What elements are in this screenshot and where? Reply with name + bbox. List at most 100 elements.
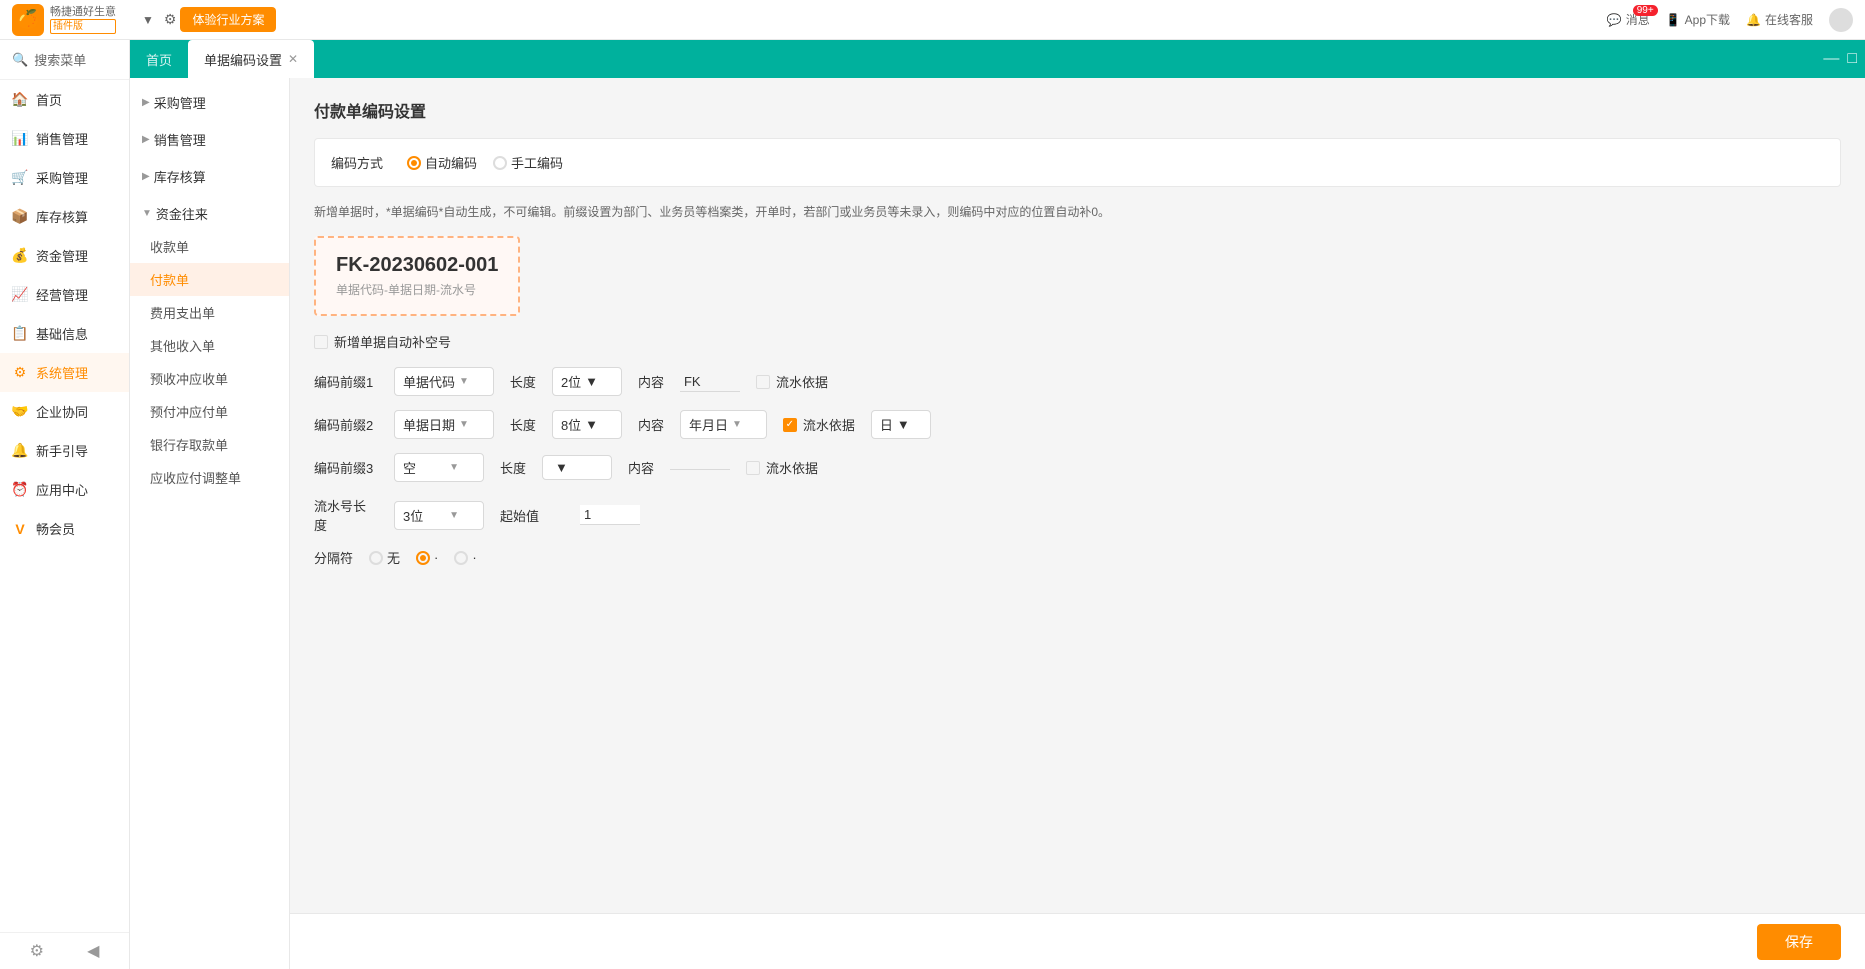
chevron-right-icon2: ▶: [142, 134, 150, 145]
sep-option-dot2[interactable]: ·: [454, 550, 476, 565]
radio-auto[interactable]: 自动编码: [407, 153, 477, 172]
search-menu[interactable]: 🔍 搜索菜单: [0, 40, 129, 80]
sub-menu-header-sales[interactable]: ▶ 销售管理: [130, 123, 289, 156]
serial-row: 流水号长度 3位 ▼ 起始值: [314, 496, 1841, 534]
sub-menu-item-receipt[interactable]: 收款单: [130, 230, 289, 263]
app-download-item[interactable]: 📱 App下载: [1666, 11, 1730, 28]
tab-encoding-settings[interactable]: 单据编码设置 ✕: [188, 40, 314, 78]
description-text: 新增单据时，*单据编码*自动生成，不可编辑。前缀设置为部门、业务员等档案类，开单…: [314, 203, 1841, 222]
minimize-icon[interactable]: —: [1823, 50, 1839, 68]
serial-start-input[interactable]: [580, 505, 640, 525]
sub-menu-item-bank[interactable]: 银行存取款单: [130, 428, 289, 461]
chevron-right-icon: ▶: [142, 97, 150, 108]
stream-check-1: 流水依据: [756, 372, 828, 391]
sub-menu-header-purchase[interactable]: ▶ 采购管理: [130, 86, 289, 119]
sidebar-item-purchase[interactable]: 🛒 采购管理: [0, 158, 129, 197]
sep-option-none[interactable]: 无: [369, 548, 400, 567]
sidebar-item-operation[interactable]: 📈 经营管理: [0, 275, 129, 314]
chevron-down-icon: ▼: [142, 208, 152, 219]
sep-radio-dot2: [454, 551, 468, 565]
tab-close-icon[interactable]: ✕: [288, 52, 298, 66]
serial-length-arrow: ▼: [449, 510, 459, 521]
chevron-right-icon3: ▶: [142, 171, 150, 182]
stream-label-2: 流水依据: [803, 415, 855, 434]
sub-menu-item-payment[interactable]: 付款单: [130, 263, 289, 296]
content-value-3: [670, 465, 730, 470]
prefix-label-3: 编码前缀3: [314, 458, 378, 477]
stream-label-3: 流水依据: [766, 458, 818, 477]
length-select-3[interactable]: ▼: [542, 455, 612, 480]
page-title: 付款单编码设置: [314, 98, 1841, 122]
page-wrapper: 付款单编码设置 编码方式 自动编码: [290, 78, 1865, 969]
sidebar-item-app-center[interactable]: ⏰ 应用中心: [0, 470, 129, 509]
sub-menu-item-advance-receive[interactable]: 预收冲应收单: [130, 362, 289, 395]
prefix-select-1[interactable]: 单据代码 ▼: [394, 367, 494, 396]
basic-icon: 📋: [12, 326, 28, 342]
app-icon: 📱: [1666, 13, 1681, 27]
sub-menu-header-inventory[interactable]: ▶ 库存核算: [130, 160, 289, 193]
separator-row: 分隔符 无 · ·: [314, 548, 1841, 567]
sidebar-item-sales[interactable]: 📊 销售管理: [0, 119, 129, 158]
prefix-arrow-1: ▼: [459, 376, 469, 387]
sub-menu-header-capital[interactable]: ▼ 资金往来: [130, 197, 289, 230]
auto-fill-checkbox[interactable]: [314, 335, 328, 349]
encoding-method-label: 编码方式: [331, 153, 383, 172]
length-select-2[interactable]: 8位 ▼: [552, 410, 622, 439]
sep-radio-none: [369, 551, 383, 565]
serial-length-select[interactable]: 3位 ▼: [394, 501, 484, 530]
sidebar-item-system[interactable]: ⚙ 系统管理: [0, 353, 129, 392]
message-badge: 99+: [1633, 5, 1658, 16]
stream-checkbox-2[interactable]: ✓: [783, 418, 797, 432]
nav-dropdown[interactable]: ▼: [136, 11, 160, 29]
content-area: ▶ 采购管理 ▶ 销售管理 ▶ 库存核算: [130, 78, 1865, 969]
sidebar-collapse-icon[interactable]: ◀: [87, 941, 99, 961]
sidebar-bottom: ⚙ ◀: [0, 932, 129, 969]
online-service-item[interactable]: 🔔 在线客服: [1746, 11, 1813, 28]
service-icon: 🔔: [1746, 13, 1761, 27]
prefix-select-3[interactable]: 空 ▼: [394, 453, 484, 482]
sidebar-item-guide[interactable]: 🔔 新手引导: [0, 431, 129, 470]
content-arrow-2: ▼: [732, 419, 742, 430]
separator-radio-group: 无 · ·: [369, 548, 477, 567]
sidebar-item-finance[interactable]: 💰 资金管理: [0, 236, 129, 275]
system-icon: ⚙: [12, 365, 28, 381]
sidebar-item-basic[interactable]: 📋 基础信息: [0, 314, 129, 353]
length-arrow-3: ▼: [555, 460, 568, 475]
sub-menu-group-capital: ▼ 资金往来 收款单 付款单 费用支出单 其他收入单 预收冲应收单 预付冲应付单…: [130, 197, 289, 494]
stream-checkbox-3[interactable]: [746, 461, 760, 475]
sep-option-dot[interactable]: ·: [416, 550, 438, 565]
length-select-1[interactable]: 2位 ▼: [552, 367, 622, 396]
sub-menu-item-expense[interactable]: 费用支出单: [130, 296, 289, 329]
radio-group-encoding: 自动编码 手工编码: [407, 153, 563, 172]
content-select-2[interactable]: 年月日 ▼: [680, 410, 767, 439]
form-row-1: 编码前缀1 单据代码 ▼ 长度 2位 ▼ 内容 FK: [314, 367, 1841, 396]
stream-checkbox-1[interactable]: [756, 375, 770, 389]
tab-home[interactable]: 首页: [130, 40, 188, 78]
stream-period-select-2[interactable]: 日 ▼: [871, 410, 931, 439]
sep-radio-dot: [416, 551, 430, 565]
radio-auto-dot: [407, 156, 421, 170]
sidebar-item-member[interactable]: V 畅会员: [0, 509, 129, 548]
content-label-2: 内容: [638, 415, 664, 434]
save-button[interactable]: 保存: [1757, 924, 1841, 960]
sub-menu-item-adjustment[interactable]: 应收应付调整单: [130, 461, 289, 494]
content-label-3: 内容: [628, 458, 654, 477]
radio-manual[interactable]: 手工编码: [493, 153, 563, 172]
sidebar-item-inventory[interactable]: 📦 库存核算: [0, 197, 129, 236]
prefix-select-2[interactable]: 单据日期 ▼: [394, 410, 494, 439]
message-item[interactable]: 💬 消息 99+: [1607, 11, 1650, 28]
sidebar-item-home[interactable]: 🏠 首页: [0, 80, 129, 119]
page-content: 付款单编码设置 编码方式 自动编码: [290, 78, 1865, 913]
enterprise-icon: 🤝: [12, 404, 28, 420]
sub-menu-item-other-income[interactable]: 其他收入单: [130, 329, 289, 362]
sidebar-settings-icon[interactable]: ⚙: [30, 941, 44, 961]
experience-button[interactable]: 体验行业方案: [180, 7, 276, 32]
nav-gear-icon[interactable]: ⚙: [164, 11, 177, 28]
maximize-icon[interactable]: □: [1847, 50, 1857, 68]
auto-fill-label: 新增单据自动补空号: [334, 332, 451, 351]
user-avatar[interactable]: [1829, 8, 1853, 32]
top-bar: 🍊 畅捷通好生意 插件版 ▼ ⚙ 体验行业方案 💬 消息 99+ 📱 App下载…: [0, 0, 1865, 40]
stream-check-3: 流水依据: [746, 458, 818, 477]
sub-menu-item-advance-pay[interactable]: 预付冲应付单: [130, 395, 289, 428]
sidebar-item-enterprise[interactable]: 🤝 企业协同: [0, 392, 129, 431]
